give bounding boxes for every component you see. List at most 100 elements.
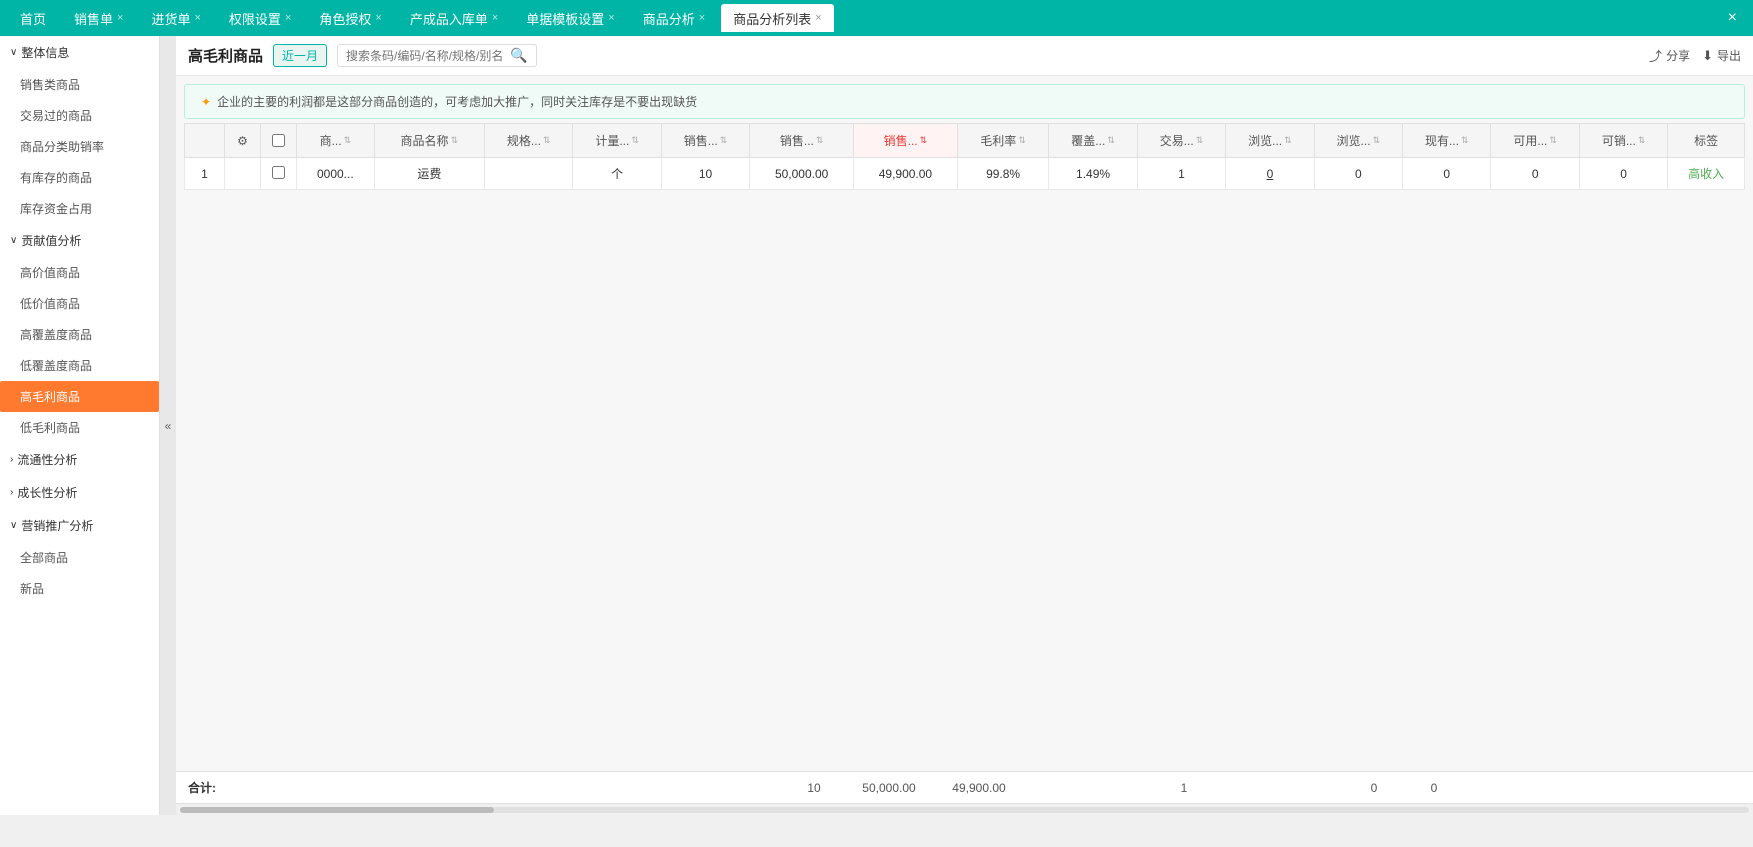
sidebar-item-stock-capital[interactable]: 库存资金占用 — [0, 193, 159, 224]
content-area: 高毛利商品 近一月 🔍 ⤴ 分享 ⬇ 导出 ✦ 企业的主要的利润都是这部分商品创… — [176, 36, 1753, 815]
info-banner: ✦ 企业的主要的利润都是这部分商品创造的，可考虑加大推广，同时关注库存是不要出现… — [184, 84, 1745, 119]
close-icon[interactable]: × — [375, 12, 381, 24]
col-header-available[interactable]: 可用... ⇅ — [1491, 124, 1579, 158]
cell-view2: 0 — [1314, 158, 1402, 190]
col-header-trade[interactable]: 交易... ⇅ — [1137, 124, 1225, 158]
cell-available: 0 — [1491, 158, 1579, 190]
table-header-row: ⚙ 商... ⇅ 商品名称 — [185, 124, 1745, 158]
tab-purchase[interactable]: 进货单 × — [139, 4, 212, 32]
expand-icon: › — [10, 487, 13, 498]
scrollbar-track — [180, 807, 1749, 813]
sidebar-item-low-value[interactable]: 低价值商品 — [0, 288, 159, 319]
sort-icon: ⇅ — [816, 135, 824, 146]
tab-product-analysis[interactable]: 商品分析 × — [631, 4, 717, 32]
cell-index: 1 — [185, 158, 225, 190]
export-button[interactable]: ⬇ 导出 — [1702, 47, 1741, 64]
select-all-checkbox[interactable] — [272, 134, 285, 147]
sidebar-item-all-goods[interactable]: 全部商品 — [0, 542, 159, 573]
sidebar-item-category-rate[interactable]: 商品分类助销率 — [0, 131, 159, 162]
tab-product-analysis-list[interactable]: 商品分析列表 × — [721, 4, 833, 32]
table-wrap[interactable]: ⚙ 商... ⇅ 商品名称 — [184, 123, 1745, 771]
sidebar-item-low-coverage[interactable]: 低覆盖度商品 — [0, 350, 159, 381]
col-header-view2[interactable]: 浏览... ⇅ — [1314, 124, 1402, 158]
search-icon[interactable]: 🔍 — [510, 47, 527, 64]
cell-code: 0000... — [297, 158, 375, 190]
footer-cells: 10 50,000.00 49,900.00 1 0 0 — [224, 781, 1741, 795]
main-layout: ∨ 整体信息 销售类商品 交易过的商品 商品分类助销率 有库存的商品 库存资金占… — [0, 36, 1753, 815]
cell-current: 0 — [1403, 158, 1491, 190]
sort-icon: ⇅ — [1196, 135, 1204, 146]
sort-icon: ⇅ — [1549, 135, 1557, 146]
cell-sale-qty: 10 — [661, 158, 749, 190]
sort-icon: ⇅ — [1284, 135, 1292, 146]
close-icon[interactable]: × — [285, 12, 291, 24]
sidebar-group-flow[interactable]: › 流通性分析 — [0, 443, 159, 476]
col-header-code[interactable]: 商... ⇅ — [297, 124, 375, 158]
tab-product-inbound[interactable]: 产成品入库单 × — [398, 4, 510, 32]
sort-icon: ⇅ — [1107, 135, 1115, 146]
col-header-saleable[interactable]: 可销... ⇅ — [1579, 124, 1667, 158]
sidebar: ∨ 整体信息 销售类商品 交易过的商品 商品分类助销率 有库存的商品 库存资金占… — [0, 36, 160, 815]
cell-saleable: 0 — [1579, 158, 1667, 190]
tab-sales[interactable]: 销售单 × — [62, 4, 135, 32]
col-header-sale-amt[interactable]: 销售... ⇅ — [750, 124, 854, 158]
sidebar-group-contribution[interactable]: ∨ 贡献值分析 — [0, 224, 159, 257]
tab-home[interactable]: 首页 — [8, 4, 58, 32]
close-icon[interactable]: × — [815, 12, 821, 24]
col-header-spec[interactable]: 规格... ⇅ — [484, 124, 572, 158]
cell-settings — [225, 158, 261, 190]
tab-permission[interactable]: 权限设置 × — [217, 4, 303, 32]
sidebar-item-high-coverage[interactable]: 高覆盖度商品 — [0, 319, 159, 350]
sort-icon: ⇅ — [451, 135, 459, 146]
footer-bar: 合计: 10 50,000.00 49,900.00 1 0 0 — [176, 771, 1753, 803]
sidebar-group-marketing[interactable]: ∨ 营销推广分析 — [0, 509, 159, 542]
tab-template[interactable]: 单据模板设置 × — [514, 4, 626, 32]
col-header-tag[interactable]: 标签 — [1668, 124, 1745, 158]
col-header-view1[interactable]: 浏览... ⇅ — [1226, 124, 1314, 158]
sidebar-item-low-margin[interactable]: 低毛利商品 — [0, 412, 159, 443]
sidebar-group-growth[interactable]: › 成长性分析 — [0, 476, 159, 509]
col-header-sale-profit[interactable]: 销售... ⇅ — [854, 124, 958, 158]
cell-unit: 个 — [573, 158, 661, 190]
share-button[interactable]: ⤴ 分享 — [1649, 46, 1690, 65]
scrollbar-thumb[interactable] — [180, 807, 494, 813]
sidebar-item-high-value[interactable]: 高价值商品 — [0, 257, 159, 288]
sort-icon: ⇅ — [1638, 135, 1646, 146]
close-icon[interactable]: × — [608, 12, 614, 24]
row-checkbox[interactable] — [272, 166, 285, 179]
col-header-sale-qty[interactable]: 销售... ⇅ — [661, 124, 749, 158]
close-icon[interactable]: × — [699, 12, 705, 24]
expand-icon: ∨ — [10, 47, 17, 58]
header-actions: ⤴ 分享 ⬇ 导出 — [1649, 46, 1741, 65]
search-input[interactable] — [346, 49, 506, 63]
close-icon[interactable]: × — [194, 12, 200, 24]
sidebar-item-new-goods[interactable]: 新品 — [0, 573, 159, 604]
sort-icon: ⇅ — [920, 135, 928, 146]
cell-view1: 0 — [1226, 158, 1314, 190]
close-icon[interactable]: × — [492, 12, 498, 24]
sort-icon: ⇅ — [1461, 135, 1469, 146]
col-header-coverage[interactable]: 覆盖... ⇅ — [1049, 124, 1137, 158]
col-header-settings[interactable]: ⚙ — [225, 124, 261, 158]
cell-sale-amt: 50,000.00 — [750, 158, 854, 190]
page-title: 高毛利商品 — [188, 45, 263, 66]
horizontal-scrollbar[interactable] — [176, 803, 1753, 815]
sidebar-item-traded-goods[interactable]: 交易过的商品 — [0, 100, 159, 131]
sidebar-item-sales-goods[interactable]: 销售类商品 — [0, 69, 159, 100]
tab-role[interactable]: 角色授权 × — [307, 4, 393, 32]
close-all-icon[interactable]: × — [1720, 9, 1745, 27]
search-box: 🔍 — [337, 44, 537, 67]
sidebar-item-high-margin[interactable]: 高毛利商品 — [0, 381, 159, 412]
close-icon[interactable]: × — [117, 12, 123, 24]
col-header-name[interactable]: 商品名称 ⇅ — [374, 124, 484, 158]
sidebar-group-overall[interactable]: ∨ 整体信息 — [0, 36, 159, 69]
col-header-unit[interactable]: 计量... ⇅ — [573, 124, 661, 158]
col-header-gross-rate[interactable]: 毛利率 ⇅ — [957, 124, 1049, 158]
sidebar-collapse-button[interactable]: « — [160, 36, 176, 815]
col-header-current[interactable]: 现有... ⇅ — [1403, 124, 1491, 158]
cell-checkbox — [261, 158, 297, 190]
sort-icon: ⇅ — [1373, 135, 1381, 146]
col-header-index — [185, 124, 225, 158]
filter-period-button[interactable]: 近一月 — [273, 44, 327, 67]
sidebar-item-in-stock[interactable]: 有库存的商品 — [0, 162, 159, 193]
